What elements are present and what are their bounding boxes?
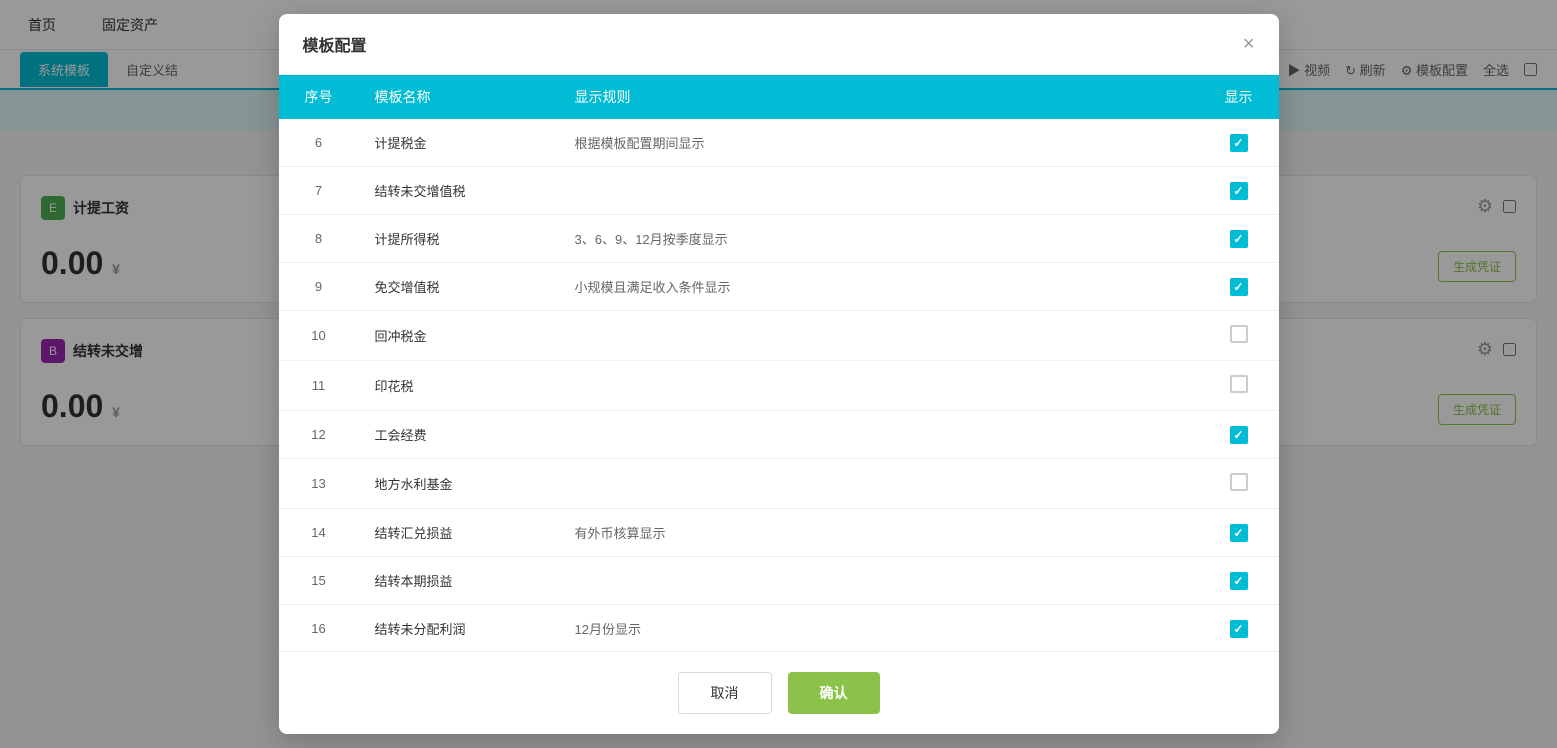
cell-name: 回冲税金 (359, 311, 559, 361)
cell-show (1199, 263, 1279, 311)
cell-rule: 根据模板配置期间显示 (559, 119, 1199, 167)
col-show: 显示 (1199, 75, 1279, 119)
modal-overlay: 模板配置 × 序号 模板名称 显示规则 显示 6计提税金根据模板配置期间显示7结… (0, 0, 1557, 748)
cell-rule: 小规模且满足收入条件显示 (559, 263, 1199, 311)
cell-rule (559, 311, 1199, 361)
cell-seq: 15 (279, 557, 359, 605)
table-row: 10回冲税金 (279, 311, 1279, 361)
cell-show (1199, 215, 1279, 263)
cell-show (1199, 557, 1279, 605)
cell-name: 结转未交增值税 (359, 167, 559, 215)
checkbox-row-9[interactable] (1230, 278, 1248, 296)
table-row: 6计提税金根据模板配置期间显示 (279, 119, 1279, 167)
cell-show (1199, 509, 1279, 557)
cell-seq: 8 (279, 215, 359, 263)
cell-name: 地方水利基金 (359, 459, 559, 509)
cell-seq: 9 (279, 263, 359, 311)
cell-rule (559, 459, 1199, 509)
cell-seq: 14 (279, 509, 359, 557)
cell-rule (559, 411, 1199, 459)
cell-name: 工会经费 (359, 411, 559, 459)
cell-name: 结转未分配利润 (359, 605, 559, 652)
cell-name: 计提税金 (359, 119, 559, 167)
cell-seq: 16 (279, 605, 359, 652)
cell-rule: 有外币核算显示 (559, 509, 1199, 557)
checkbox-row-7[interactable] (1230, 182, 1248, 200)
cell-name: 结转本期损益 (359, 557, 559, 605)
cell-show (1199, 119, 1279, 167)
cell-name: 免交增值税 (359, 263, 559, 311)
cell-seq: 12 (279, 411, 359, 459)
config-table: 序号 模板名称 显示规则 显示 6计提税金根据模板配置期间显示7结转未交增值税8… (279, 75, 1279, 651)
cell-rule (559, 557, 1199, 605)
cell-seq: 10 (279, 311, 359, 361)
table-row: 16结转未分配利润12月份显示 (279, 605, 1279, 652)
table-row: 14结转汇兑损益有外币核算显示 (279, 509, 1279, 557)
cell-show (1199, 605, 1279, 652)
cell-show (1199, 167, 1279, 215)
checkbox-row-6[interactable] (1230, 134, 1248, 152)
cell-show (1199, 361, 1279, 411)
checkbox-row-11[interactable] (1230, 375, 1248, 393)
col-rule: 显示规则 (559, 75, 1199, 119)
table-row: 11印花税 (279, 361, 1279, 411)
modal-header: 模板配置 × (279, 14, 1279, 75)
modal-close-button[interactable]: × (1243, 34, 1255, 54)
checkbox-row-15[interactable] (1230, 572, 1248, 590)
modal-body[interactable]: 序号 模板名称 显示规则 显示 6计提税金根据模板配置期间显示7结转未交增值税8… (279, 75, 1279, 651)
cell-seq: 6 (279, 119, 359, 167)
cell-seq: 7 (279, 167, 359, 215)
cell-rule (559, 361, 1199, 411)
table-row: 13地方水利基金 (279, 459, 1279, 509)
cell-seq: 11 (279, 361, 359, 411)
cell-show (1199, 411, 1279, 459)
checkbox-row-16[interactable] (1230, 620, 1248, 638)
cell-rule (559, 167, 1199, 215)
checkbox-row-14[interactable] (1230, 524, 1248, 542)
cell-rule: 3、6、9、12月按季度显示 (559, 215, 1199, 263)
table-row: 9免交增值税小规模且满足收入条件显示 (279, 263, 1279, 311)
table-body: 6计提税金根据模板配置期间显示7结转未交增值税8计提所得税3、6、9、12月按季… (279, 119, 1279, 651)
checkbox-row-13[interactable] (1230, 473, 1248, 491)
cell-show (1199, 459, 1279, 509)
checkbox-row-12[interactable] (1230, 426, 1248, 444)
cell-seq: 13 (279, 459, 359, 509)
cell-name: 结转汇兑损益 (359, 509, 559, 557)
cell-name: 印花税 (359, 361, 559, 411)
col-name: 模板名称 (359, 75, 559, 119)
cancel-button[interactable]: 取消 (678, 672, 772, 714)
checkbox-row-10[interactable] (1230, 325, 1248, 343)
confirm-button[interactable]: 确认 (788, 672, 880, 714)
cell-name: 计提所得税 (359, 215, 559, 263)
modal-title: 模板配置 (303, 32, 367, 56)
col-seq: 序号 (279, 75, 359, 119)
table-row: 7结转未交增值税 (279, 167, 1279, 215)
modal-footer: 取消 确认 (279, 651, 1279, 734)
checkbox-row-8[interactable] (1230, 230, 1248, 248)
table-head: 序号 模板名称 显示规则 显示 (279, 75, 1279, 119)
modal-template-config: 模板配置 × 序号 模板名称 显示规则 显示 6计提税金根据模板配置期间显示7结… (279, 14, 1279, 734)
table-row: 12工会经费 (279, 411, 1279, 459)
table-row: 15结转本期损益 (279, 557, 1279, 605)
cell-show (1199, 311, 1279, 361)
cell-rule: 12月份显示 (559, 605, 1199, 652)
table-row: 8计提所得税3、6、9、12月按季度显示 (279, 215, 1279, 263)
